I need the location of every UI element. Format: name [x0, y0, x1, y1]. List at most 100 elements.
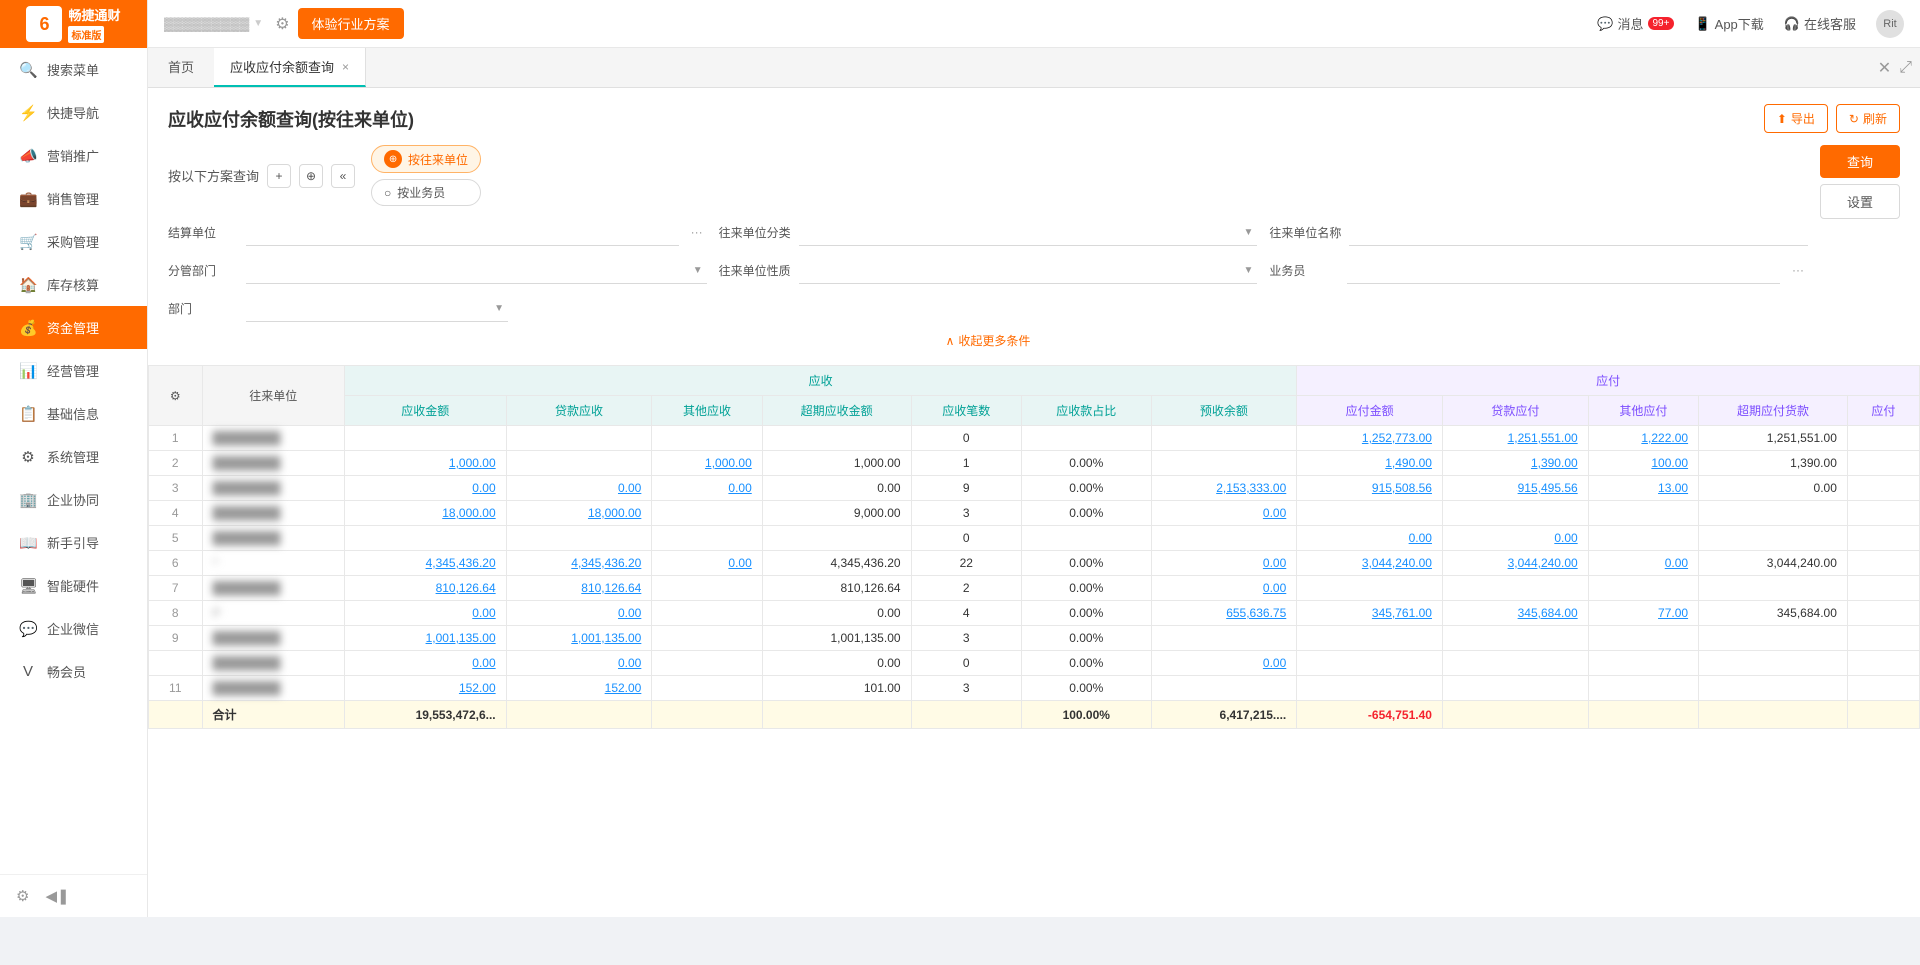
topbar-breadcrumb: ▓▓▓▓▓▓▓▓▓ ▼	[164, 16, 263, 31]
table-row: 5████████00.000.00	[149, 526, 1920, 551]
footer-cell-10	[1442, 701, 1588, 729]
partner-name-blurred: ████████	[213, 631, 281, 645]
messages-button[interactable]: 💬 消息 99+	[1597, 14, 1674, 33]
tab-close-window-icon[interactable]: ✕	[1878, 58, 1891, 78]
sidebar-item-智能硬件[interactable]: 🖥智能硬件	[0, 564, 147, 607]
dept-select-wrap: ▼	[246, 294, 508, 322]
sidebar-icon-0: 🔍	[19, 61, 37, 79]
sidebar-icon-8: 📋	[19, 405, 37, 423]
topbar-gear-icon[interactable]: ⚙	[275, 14, 289, 34]
settlement-unit-input[interactable]	[246, 218, 679, 246]
sidebar-icon-13: 💬	[19, 620, 37, 638]
partner-nature-select[interactable]	[799, 256, 1258, 284]
tab-receivable-query[interactable]: 应收应付余额查询 ×	[214, 48, 366, 87]
sidebar-item-企业微信[interactable]: 💬 企业微信	[0, 607, 147, 650]
add-filter-button[interactable]: +	[267, 164, 291, 188]
partner-category-select[interactable]	[799, 218, 1258, 246]
footer-cell-8: 6,417,215....	[1151, 701, 1297, 729]
partner-name-blurred: ████████	[213, 681, 281, 695]
filter-by-salesperson-tag[interactable]: ○ 按业务员	[371, 179, 481, 206]
collapse-filter-button[interactable]: «	[331, 164, 355, 188]
query-button[interactable]: 查询	[1820, 145, 1900, 178]
footer-cell-6	[911, 701, 1021, 729]
filter-by-partner-tag[interactable]: ⊕ 按往来单位	[371, 145, 481, 173]
sidebar-label-13: 企业微信	[47, 619, 99, 638]
col-pay-其他应付: 其他应付	[1588, 396, 1698, 426]
tab-close-icon[interactable]: ×	[342, 60, 349, 74]
sidebar-item-经营管理[interactable]: 📊经营管理	[0, 349, 147, 392]
partner-name-blurred: P	[213, 606, 221, 620]
partner-name-blurred: ^	[213, 556, 219, 570]
sidebar-item-销售管理[interactable]: 💼 销售管理	[0, 177, 147, 220]
sidebar-label-4: 采购管理	[47, 232, 99, 251]
settlement-unit-more-icon[interactable]: ···	[687, 225, 707, 239]
setting-button[interactable]: 设置	[1820, 184, 1900, 219]
salesperson-field: 业务员 ···	[1269, 256, 1808, 284]
sidebar-settings-icon[interactable]: ⚙	[16, 887, 29, 905]
sidebar: 6 畅捷通财 标准版 🔍搜索菜单⚡快捷导航📣营销推广💼销售管理🛒采购管理🏠库存核…	[0, 0, 148, 917]
sidebar-label-3: 销售管理	[47, 189, 99, 208]
sidebar-item-营销推广[interactable]: 📣营销推广	[0, 134, 147, 177]
refresh-button[interactable]: ↻ 刷新	[1836, 104, 1900, 133]
topbar-actions: ⚙ 体验行业方案	[275, 8, 403, 39]
salesperson-more-icon[interactable]: ···	[1788, 263, 1808, 277]
sidebar-item-畅会员[interactable]: V畅会员	[0, 650, 147, 693]
col-recv-超期应收金额: 超期应收金额	[762, 396, 911, 426]
industry-solution-button[interactable]: 体验行业方案	[298, 8, 404, 39]
app-logo-icon: 6	[26, 6, 62, 42]
sidebar-label-2: 营销推广	[47, 146, 99, 165]
branch-dept-select[interactable]	[246, 256, 707, 284]
tab-maximize-icon[interactable]: ⤢	[1899, 59, 1912, 77]
partner-category-label: 往来单位分类	[719, 224, 791, 241]
sidebar-item-新手引导[interactable]: 📖新手引导	[0, 521, 147, 564]
app-download-button[interactable]: 📱 App下载	[1694, 14, 1763, 33]
settings-filter-button[interactable]: ⊕	[299, 164, 323, 188]
collapse-conditions-button[interactable]: ∧ 收起更多条件	[168, 332, 1808, 349]
tab-home[interactable]: 首页	[148, 48, 214, 87]
sidebar-label-7: 经营管理	[47, 361, 99, 380]
data-table-area: ⚙ 往来单位 应收 应付 应收金额贷款应收其他应收超期应收金额应收笔数应收款占比…	[148, 365, 1920, 917]
sidebar-item-系统管理[interactable]: ⚙系统管理	[0, 435, 147, 478]
filter-tag2-label: 按业务员	[397, 184, 445, 201]
tab-bar-right: ✕ ⤢	[1878, 48, 1920, 87]
salesperson-input[interactable]	[1347, 256, 1780, 284]
partner-name-blurred: ████████	[213, 506, 281, 520]
page-header: 应收应付余额查询(按往来单位) ⬆ 导出 ↻ 刷新	[148, 88, 1920, 133]
dept-select[interactable]	[246, 294, 508, 322]
sidebar-item-资金管理[interactable]: 💰资金管理	[0, 306, 147, 349]
sidebar-label-0: 搜索菜单	[47, 60, 99, 79]
col-recv-预收余额: 预收余额	[1151, 396, 1297, 426]
table-row: 1████████01,252,773.001,251,551.001,222.…	[149, 426, 1920, 451]
table-row: 9████████1,001,135.001,001,135.001,001,1…	[149, 626, 1920, 651]
table-row: ████████0.000.000.0000.00%0.00	[149, 651, 1920, 676]
search-label: 按以下方案查询	[168, 166, 259, 185]
footer-cell-1: 合计	[202, 701, 344, 729]
breadcrumb-chevron-icon: ▼	[253, 18, 263, 29]
branch-dept-field: 分管部门 ▼	[168, 256, 707, 284]
partner-name-input[interactable]	[1349, 218, 1808, 246]
page-header-actions: ⬆ 导出 ↻ 刷新	[1764, 104, 1900, 133]
sidebar-collapse-icon[interactable]: ◀❚	[45, 887, 69, 905]
online-service-label: 在线客服	[1804, 14, 1856, 33]
table-row: 8P0.000.000.0040.00%655,636.75345,761.00…	[149, 601, 1920, 626]
sidebar-item-搜索菜单[interactable]: 🔍 搜索菜单	[0, 48, 147, 91]
sidebar-icon-3: 💼	[19, 190, 37, 208]
message-badge: 99+	[1648, 17, 1675, 30]
partner-nature-select-wrap: ▼	[799, 256, 1258, 284]
sidebar-item-基础信息[interactable]: 📋基础信息	[0, 392, 147, 435]
content-area: 应收应付余额查询(按往来单位) ⬆ 导出 ↻ 刷新 按以下方案查询	[148, 88, 1920, 917]
form-row-1: 结算单位 ··· 往来单位分类 ▼ 往来单位名称	[168, 218, 1808, 246]
message-label: 消息	[1617, 14, 1643, 33]
sidebar-item-企业协同[interactable]: 🏢企业协同	[0, 478, 147, 521]
export-button[interactable]: ⬆ 导出	[1764, 104, 1828, 133]
sidebar-label-9: 系统管理	[47, 447, 99, 466]
col-recv-应收金额: 应收金额	[344, 396, 506, 426]
topbar: ▓▓▓▓▓▓▓▓▓ ▼ ⚙ 体验行业方案 💬 消息 99+ 📱 App下载 🎧 …	[148, 0, 1920, 48]
user-avatar[interactable]: Rit	[1876, 10, 1904, 38]
sidebar-item-快捷导航[interactable]: ⚡快捷导航	[0, 91, 147, 134]
sidebar-item-采购管理[interactable]: 🛒采购管理	[0, 220, 147, 263]
online-service-button[interactable]: 🎧 在线客服	[1784, 14, 1856, 33]
table-row: 7████████810,126.64810,126.64810,126.642…	[149, 576, 1920, 601]
table-settings-col[interactable]: ⚙	[149, 366, 203, 426]
sidebar-item-库存核算[interactable]: 🏠库存核算	[0, 263, 147, 306]
